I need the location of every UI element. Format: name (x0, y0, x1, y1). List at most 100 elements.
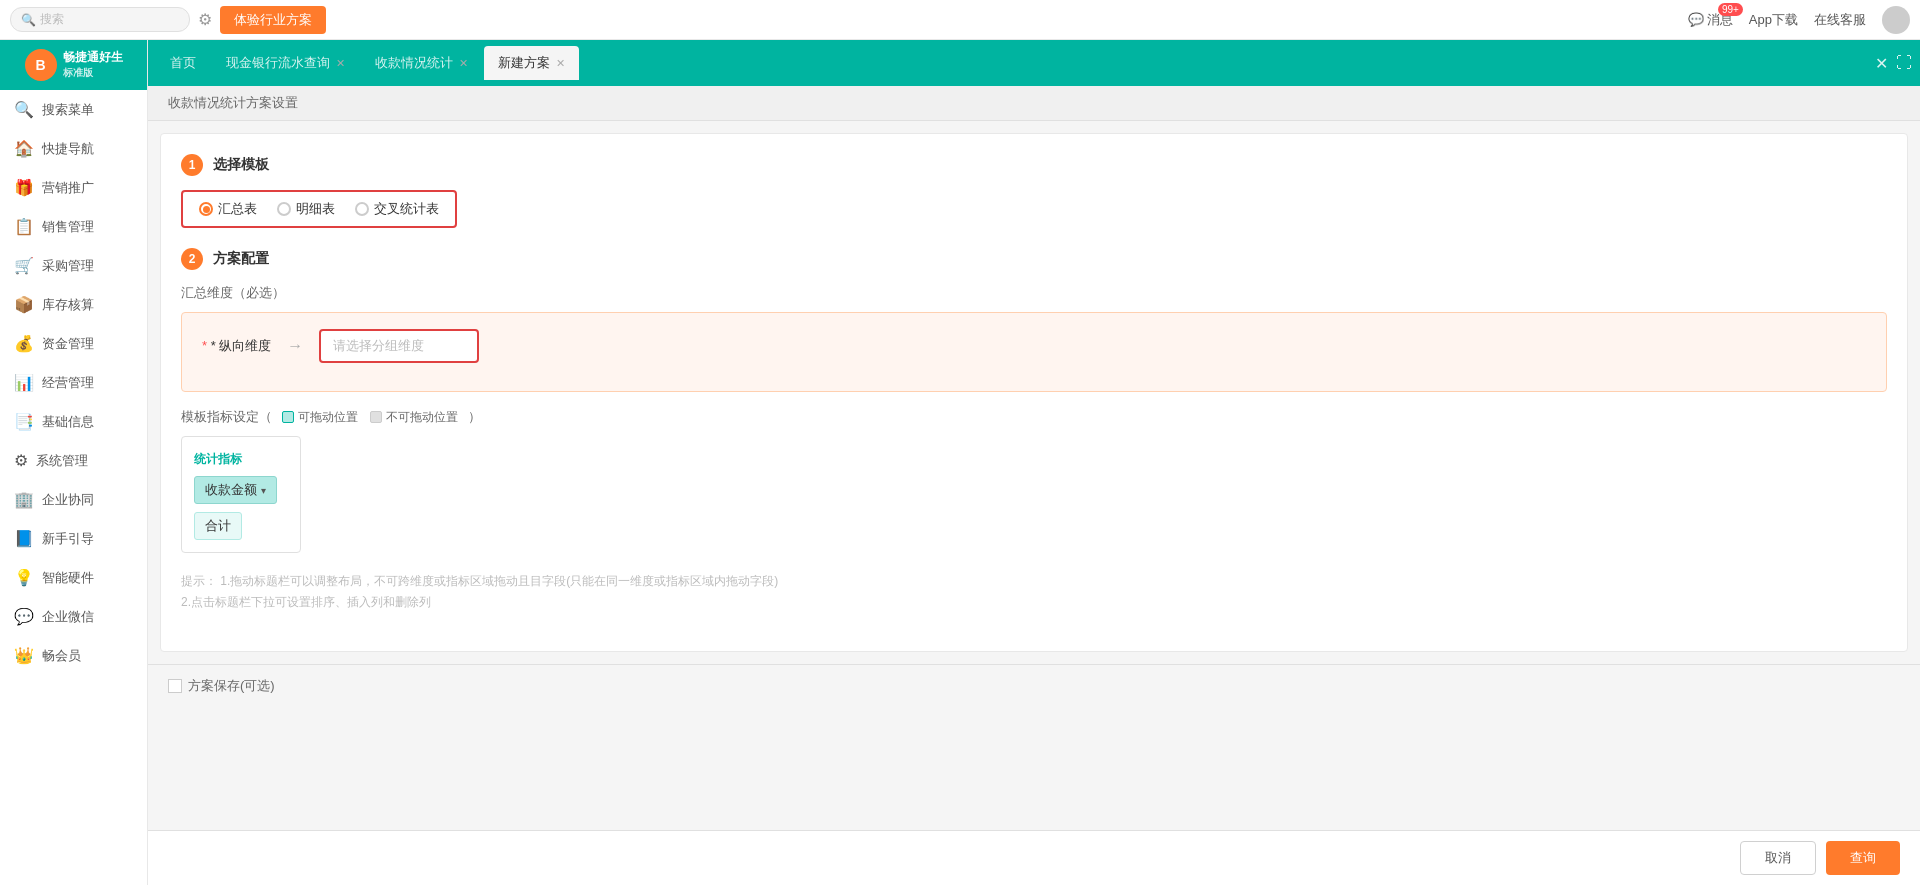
radio-detail[interactable]: 明细表 (277, 200, 335, 218)
stats-tag-row: 收款金额 ▾ (194, 476, 288, 508)
sidebar-item-label: 系统管理 (36, 452, 88, 470)
member-icon: 👑 (14, 646, 34, 665)
sidebar-item-member[interactable]: 👑 畅会员 (0, 636, 147, 675)
vertical-dimension-row: * * 纵向维度 → 请选择分组维度 (202, 329, 1866, 363)
sidebar-item-label: 库存核算 (42, 296, 94, 314)
search-bar[interactable]: 🔍 搜索 (10, 7, 190, 32)
sidebar-item-marketing[interactable]: 🎁 营销推广 (0, 168, 147, 207)
indicators-header: 模板指标设定（ 可拖动位置 不可拖动位置 ） (181, 408, 1887, 426)
message-area[interactable]: 💬 消息 99+ (1688, 11, 1733, 29)
sidebar-item-purchase[interactable]: 🛒 采购管理 (0, 246, 147, 285)
sidebar-item-wechat[interactable]: 💬 企业微信 (0, 597, 147, 636)
message-icon: 💬 (1688, 12, 1704, 27)
tab-cashflow-label: 现金银行流水查询 (226, 54, 330, 72)
service-label[interactable]: 在线客服 (1814, 11, 1866, 29)
logo-sub: 标准版 (63, 66, 123, 80)
logo-icon: B (25, 49, 57, 81)
sidebar-item-label: 营销推广 (42, 179, 94, 197)
tab-home[interactable]: 首页 (156, 46, 210, 80)
step2-number: 2 (181, 248, 203, 270)
sidebar-item-label: 智能硬件 (42, 569, 94, 587)
sidebar-item-label: 快捷导航 (42, 140, 94, 158)
tab-expand-icon[interactable]: ⛶ (1896, 54, 1912, 73)
search-menu-icon: 🔍 (14, 100, 34, 119)
tab-collection[interactable]: 收款情况统计 ✕ (361, 46, 482, 80)
save-plan-label: 方案保存(可选) (188, 677, 275, 695)
guide-icon: 📘 (14, 529, 34, 548)
sidebar-item-guide[interactable]: 📘 新手引导 (0, 519, 147, 558)
radio-detail-label: 明细表 (296, 200, 335, 218)
vertical-dim-select[interactable]: 请选择分组维度 (319, 329, 479, 363)
hint-2: 2.点击标题栏下拉可设置排序、插入列和删除列 (181, 594, 1887, 611)
sidebar-logo: B 畅捷通好生 标准版 (0, 40, 147, 90)
sidebar-item-system[interactable]: ⚙ 系统管理 (0, 441, 147, 480)
collab-icon: 🏢 (14, 490, 34, 509)
stats-table: 统计指标 收款金额 ▾ 合计 (181, 436, 301, 553)
sidebar-item-search[interactable]: 🔍 搜索菜单 (0, 90, 147, 129)
system-icon: ⚙ (14, 451, 28, 470)
sidebar-item-collab[interactable]: 🏢 企业协同 (0, 480, 147, 519)
purchase-icon: 🛒 (14, 256, 34, 275)
hint-area: 提示： 1.拖动标题栏可以调整布局，不可跨维度或指标区域拖动且目字段(只能在同一… (181, 573, 1887, 611)
tab-new-plan[interactable]: 新建方案 ✕ (484, 46, 579, 80)
message-badge: 99+ (1718, 3, 1743, 16)
step1-section: 1 选择模板 汇总表 明细表 (181, 154, 1887, 228)
arrow-icon: → (287, 337, 303, 355)
draggable-label: 可拖动位置 (298, 409, 358, 426)
tab-cashflow[interactable]: 现金银行流水查询 ✕ (212, 46, 359, 80)
main-content: 首页 现金银行流水查询 ✕ 收款情况统计 ✕ 新建方案 ✕ ✕ ⛶ (148, 40, 1920, 885)
download-label[interactable]: App下载 (1749, 11, 1798, 29)
trial-button[interactable]: 体验行业方案 (220, 6, 326, 34)
content-area: 收款情况统计方案设置 1 选择模板 汇总表 (148, 86, 1920, 830)
sidebar-item-management[interactable]: 📊 经营管理 (0, 363, 147, 402)
sidebar-item-label: 采购管理 (42, 257, 94, 275)
hint-1: 提示： 1.拖动标题栏可以调整布局，不可跨维度或指标区域拖动且目字段(只能在同一… (181, 573, 1887, 590)
sidebar-item-inventory[interactable]: 📦 库存核算 (0, 285, 147, 324)
sidebar-item-nav[interactable]: 🏠 快捷导航 (0, 129, 147, 168)
tab-new-plan-close[interactable]: ✕ (556, 57, 565, 70)
sidebar-item-finance[interactable]: 💰 资金管理 (0, 324, 147, 363)
legend-draggable: 可拖动位置 (282, 409, 358, 426)
hardware-icon: 💡 (14, 568, 34, 587)
query-button[interactable]: 查询 (1826, 841, 1900, 875)
radio-cross[interactable]: 交叉统计表 (355, 200, 439, 218)
top-bar: 🔍 搜索 ⚙ 体验行业方案 💬 消息 99+ App下载 在线客服 (0, 0, 1920, 40)
tab-collection-close[interactable]: ✕ (459, 57, 468, 70)
sidebar-item-basic[interactable]: 📑 基础信息 (0, 402, 147, 441)
step2-header: 2 方案配置 (181, 248, 1887, 270)
cancel-button[interactable]: 取消 (1740, 841, 1816, 875)
radio-cross-circle (355, 202, 369, 216)
inventory-icon: 📦 (14, 295, 34, 314)
user-avatar[interactable] (1882, 6, 1910, 34)
tab-bar-actions: ✕ ⛶ (1875, 54, 1912, 73)
sidebar-item-hardware[interactable]: 💡 智能硬件 (0, 558, 147, 597)
sidebar-item-sales[interactable]: 📋 销售管理 (0, 207, 147, 246)
logo-text: 畅捷通好生 (63, 50, 123, 66)
save-plan-checkbox[interactable]: 方案保存(可选) (168, 677, 275, 695)
indicator-legend: 可拖动位置 不可拖动位置 (282, 409, 458, 426)
template-radio-group: 汇总表 明细表 交叉统计表 (181, 190, 457, 228)
non-draggable-label: 不可拖动位置 (386, 409, 458, 426)
search-icon: 🔍 (21, 13, 36, 27)
tab-close-all-icon[interactable]: ✕ (1875, 54, 1888, 73)
sidebar-item-label: 企业协同 (42, 491, 94, 509)
step2-title: 方案配置 (213, 250, 269, 268)
stats-subtag-total: 合计 (194, 512, 242, 540)
top-bar-right: 💬 消息 99+ App下载 在线客服 (1688, 6, 1910, 34)
tab-cashflow-close[interactable]: ✕ (336, 57, 345, 70)
non-draggable-dot (370, 411, 382, 423)
tab-bar: 首页 现金银行流水查询 ✕ 收款情况统计 ✕ 新建方案 ✕ ✕ ⛶ (148, 40, 1920, 86)
sidebar-item-label: 畅会员 (42, 647, 81, 665)
management-icon: 📊 (14, 373, 34, 392)
wechat-icon: 💬 (14, 607, 34, 626)
dimension-section-label: 汇总维度（必选） (181, 284, 1887, 302)
settings-icon[interactable]: ⚙ (198, 10, 212, 29)
stats-subtag-label: 合计 (205, 517, 231, 535)
save-plan-box[interactable] (168, 679, 182, 693)
stats-tag-payment[interactable]: 收款金额 ▾ (194, 476, 277, 504)
gift-icon: 🎁 (14, 178, 34, 197)
sales-icon: 📋 (14, 217, 34, 236)
radio-summary[interactable]: 汇总表 (199, 200, 257, 218)
home-icon: 🏠 (14, 139, 34, 158)
step1-number: 1 (181, 154, 203, 176)
